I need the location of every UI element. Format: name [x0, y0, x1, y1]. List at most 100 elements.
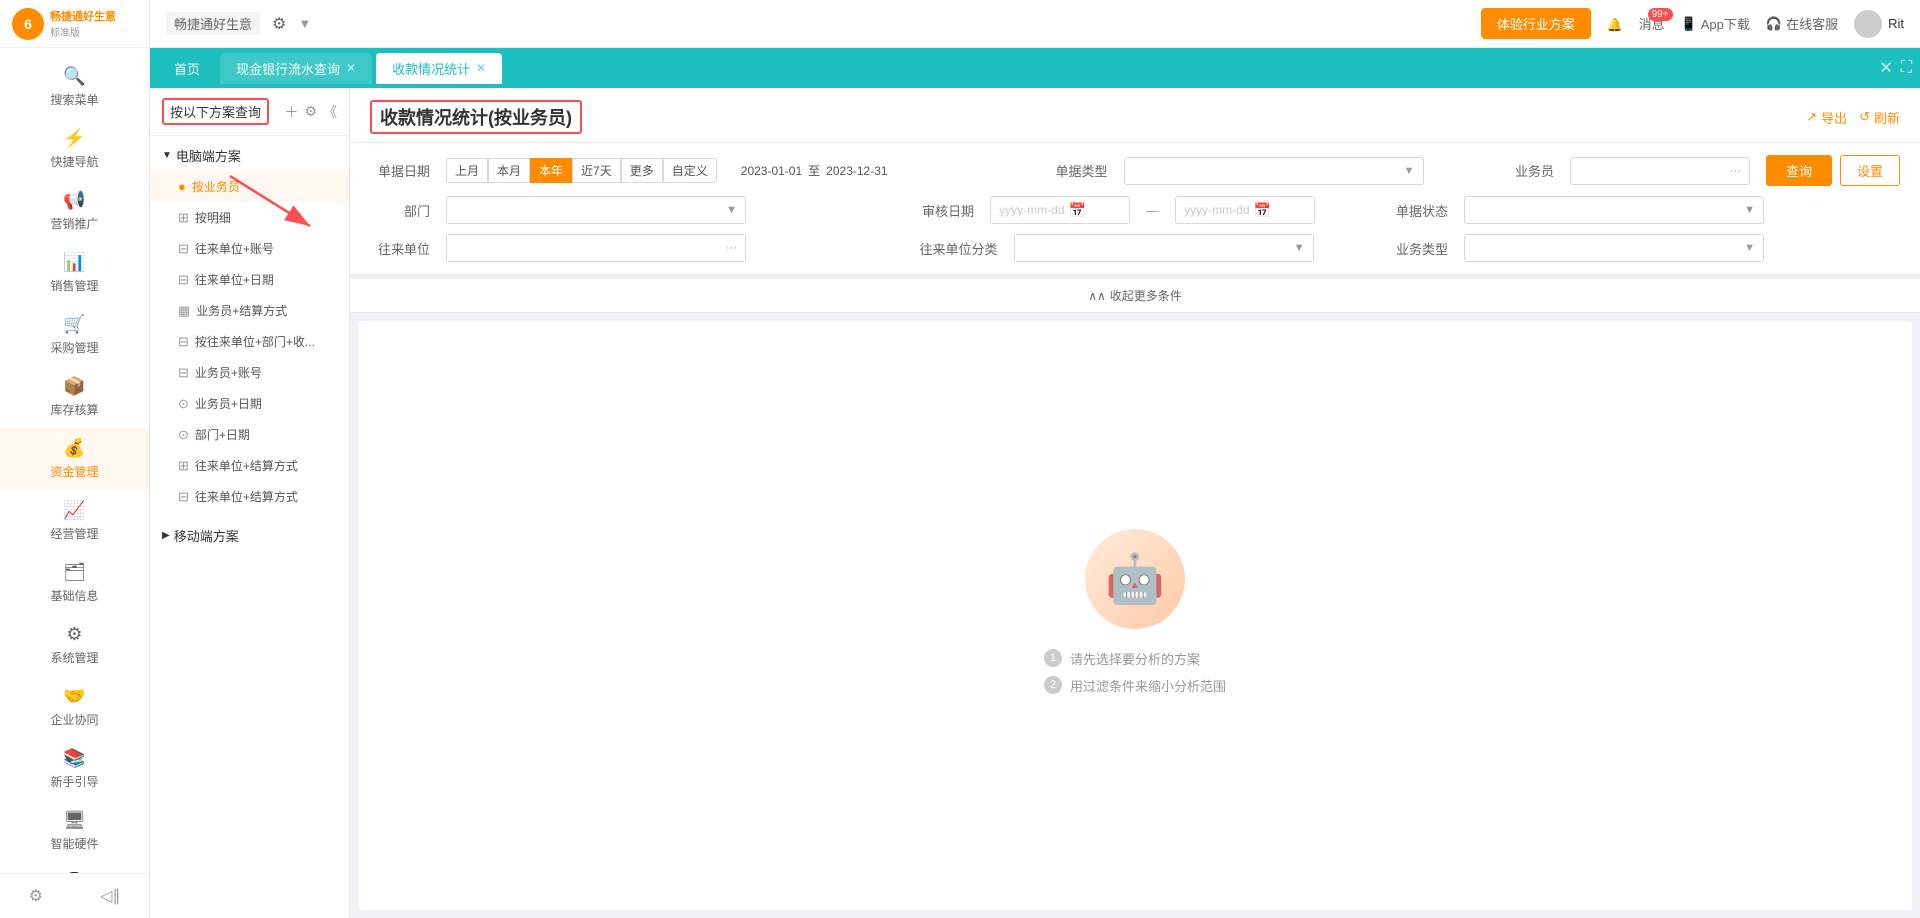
date-tab-this-month[interactable]: 本月	[488, 158, 530, 183]
demo-button[interactable]: 体验行业方案	[1481, 8, 1591, 39]
collapse-more-btn[interactable]: ∧∧ 收起更多条件	[1088, 287, 1182, 304]
calendar-icon-from: 📅	[1069, 202, 1086, 219]
tab-collection-stat[interactable]: 收款情况统计 ✕	[376, 53, 502, 84]
scheme-item-by-staff[interactable]: ● 按业务员	[150, 171, 349, 202]
staff-settlement-label: 业务员+结算方式	[196, 302, 287, 319]
user-info[interactable]: Rit	[1854, 10, 1904, 38]
scheme-item-partner-dept[interactable]: ⊟ 按往来单位+部门+收...	[150, 326, 349, 357]
settings-footer-btn[interactable]: ⚙	[29, 886, 43, 906]
tab-maximize-icon[interactable]: ⛶	[1901, 59, 1912, 77]
logo-name: 畅捷通好生意	[50, 8, 116, 24]
tab-collection-stat-close[interactable]: ✕	[476, 61, 486, 75]
staff-scheme-label: 按业务员	[192, 178, 240, 195]
refresh-icon: ↺	[1859, 109, 1870, 125]
date-tab-7days[interactable]: 近7天	[572, 158, 621, 183]
review-date-dash: —	[1146, 203, 1159, 218]
user-avatar	[1854, 10, 1882, 38]
filter-section: 单据日期 上月 本月 本年 近7天 更多 自定义 2023-01-01 至	[350, 143, 1920, 275]
tab-close-all-icon[interactable]: ✕	[1879, 58, 1892, 78]
scheme-group-desktop: ▼ 电脑端方案 ● 按业务员 ⊞ 按明细 ⊟ 往来单位+账号	[150, 136, 349, 516]
message-btn[interactable]: 🔔 99+ 消息	[1607, 14, 1665, 33]
sidebar-item-wechat[interactable]: 💬 企业微信	[0, 862, 149, 873]
sidebar-item-enterprise[interactable]: 🤝 企业协同	[0, 676, 149, 738]
export-icon: ↗	[1806, 109, 1817, 125]
scheme-item-partner-date[interactable]: ⊟ 往来单位+日期	[150, 264, 349, 295]
date-tab-this-year[interactable]: 本年	[530, 158, 572, 183]
nav-label-inventory: 库存核算	[50, 401, 98, 418]
desktop-group-header[interactable]: ▼ 电脑端方案	[150, 140, 349, 171]
topbar-left: 畅捷通好生意 ⚙ ▼	[166, 12, 311, 35]
tab-bank-flow[interactable]: 现金银行流水查询 ✕	[220, 53, 372, 84]
sidebar-item-system[interactable]: ⚙ 系统管理	[0, 614, 149, 676]
date-tab-more[interactable]: 更多	[621, 158, 663, 183]
dept-select[interactable]: ▼	[446, 196, 746, 224]
partner-category-select[interactable]: ▼	[1014, 234, 1314, 262]
sidebar-item-guide[interactable]: 📚 新手引导	[0, 738, 149, 800]
collapse-panel-btn[interactable]: 《	[323, 102, 337, 122]
sidebar-item-marketing[interactable]: 📢 营销推广	[0, 180, 149, 242]
nav-label-guide: 新手引导	[50, 773, 98, 790]
biz-type-label: 业务类型	[1388, 239, 1448, 258]
partner-settle1-icon: ⊞	[178, 458, 189, 474]
scheme-item-partner-account[interactable]: ⊟ 往来单位+账号	[150, 233, 349, 264]
sidebar-footer: ⚙ ◁∥	[0, 873, 149, 918]
dept-date-icon: ⊙	[178, 427, 189, 443]
sidebar-item-quicknav[interactable]: ⚡ 快捷导航	[0, 118, 149, 180]
nav-label-enterprise: 企业协同	[50, 711, 98, 728]
scheme-item-partner-settle1[interactable]: ⊞ 往来单位+结算方式	[150, 450, 349, 481]
doc-status-select[interactable]: ▼	[1464, 196, 1764, 224]
mobile-group-header[interactable]: ▶ 移动端方案	[150, 520, 349, 551]
sidebar-item-operation[interactable]: 📈 经营管理	[0, 490, 149, 552]
partner-account-icon: ⊟	[178, 241, 189, 257]
date-label: 单据日期	[370, 161, 430, 180]
collapse-sidebar-btn[interactable]: ◁∥	[100, 886, 120, 906]
sidebar-item-purchase[interactable]: 🛒 采购管理	[0, 304, 149, 366]
edit-scheme-btn[interactable]: ⚙	[304, 103, 317, 120]
service-btn[interactable]: 🎧 在线客服	[1766, 14, 1838, 33]
scheme-item-partner-settle2[interactable]: ⊟ 往来单位+结算方式	[150, 481, 349, 512]
scheme-item-staff-account[interactable]: ⊟ 业务员+账号	[150, 357, 349, 388]
mobile-expand-icon: ▶	[162, 530, 170, 541]
sidebar-item-search[interactable]: 🔍 搜索菜单	[0, 56, 149, 118]
sidebar-logo: 6 畅捷通好生意 标准版	[0, 0, 149, 48]
query-button[interactable]: 查询	[1766, 155, 1832, 186]
sidebar: 6 畅捷通好生意 标准版 🔍 搜索菜单 ⚡ 快捷导航 📢 营销推广 📊 销	[0, 0, 150, 918]
review-date-from[interactable]: yyyy-mm-dd 📅	[990, 196, 1130, 224]
scheme-item-dept-date[interactable]: ⊙ 部门+日期	[150, 419, 349, 450]
scheme-item-staff-date[interactable]: ⊙ 业务员+日期	[150, 388, 349, 419]
tab-bank-flow-close[interactable]: ✕	[346, 61, 356, 75]
topbar-dropdown-icon[interactable]: ▼	[298, 16, 311, 31]
sidebar-item-finance[interactable]: 💰 资金管理	[0, 428, 149, 490]
scheme-item-detail[interactable]: ⊞ 按明细	[150, 202, 349, 233]
sidebar-item-sales[interactable]: 📊 销售管理	[0, 242, 149, 304]
date-tab-custom[interactable]: 自定义	[663, 158, 717, 183]
staff-select[interactable]: ···	[1570, 157, 1750, 185]
date-tab-last-month[interactable]: 上月	[446, 158, 488, 183]
partner-date-label: 往来单位+日期	[195, 271, 274, 288]
add-scheme-btn[interactable]: ＋	[284, 102, 298, 122]
set-button[interactable]: 设置	[1840, 155, 1900, 186]
partner-dept-icon: ⊟	[178, 334, 189, 350]
export-btn[interactable]: ↗ 导出	[1806, 108, 1847, 127]
staff-settlement-icon: ▦	[178, 303, 190, 319]
page-header: 收款情况统计(按业务员) ↗ 导出 ↺ 刷新	[350, 88, 1920, 143]
sidebar-item-inventory[interactable]: 📦 库存核算	[0, 366, 149, 428]
sidebar-item-basic[interactable]: 🗂 基础信息	[0, 552, 149, 614]
quicknav-icon: ⚡	[63, 128, 85, 149]
headset-icon: 🎧	[1766, 16, 1782, 32]
sidebar-item-hardware[interactable]: 🖥 智能硬件	[0, 800, 149, 862]
biz-type-select[interactable]: ▼	[1464, 234, 1764, 262]
export-label: 导出	[1821, 108, 1847, 127]
review-date-to[interactable]: yyyy-mm-dd 📅	[1175, 196, 1315, 224]
doc-type-chevron: ▼	[1404, 165, 1415, 177]
filter-row-1: 单据日期 上月 本月 本年 近7天 更多 自定义 2023-01-01 至	[370, 155, 1900, 186]
partner-select[interactable]: ···	[446, 234, 746, 262]
refresh-btn[interactable]: ↺ 刷新	[1859, 108, 1900, 127]
doc-type-select[interactable]: ▼	[1124, 157, 1424, 185]
topbar-settings-icon[interactable]: ⚙	[272, 14, 286, 34]
tab-collection-stat-label: 收款情况统计	[392, 59, 470, 78]
date-range: 2023-01-01 至 2023-12-31	[741, 162, 888, 179]
scheme-item-staff-settlement[interactable]: ▦ 业务员+结算方式	[150, 295, 349, 326]
download-btn[interactable]: 📱 App下载	[1681, 14, 1750, 33]
tab-home[interactable]: 首页	[158, 53, 216, 84]
